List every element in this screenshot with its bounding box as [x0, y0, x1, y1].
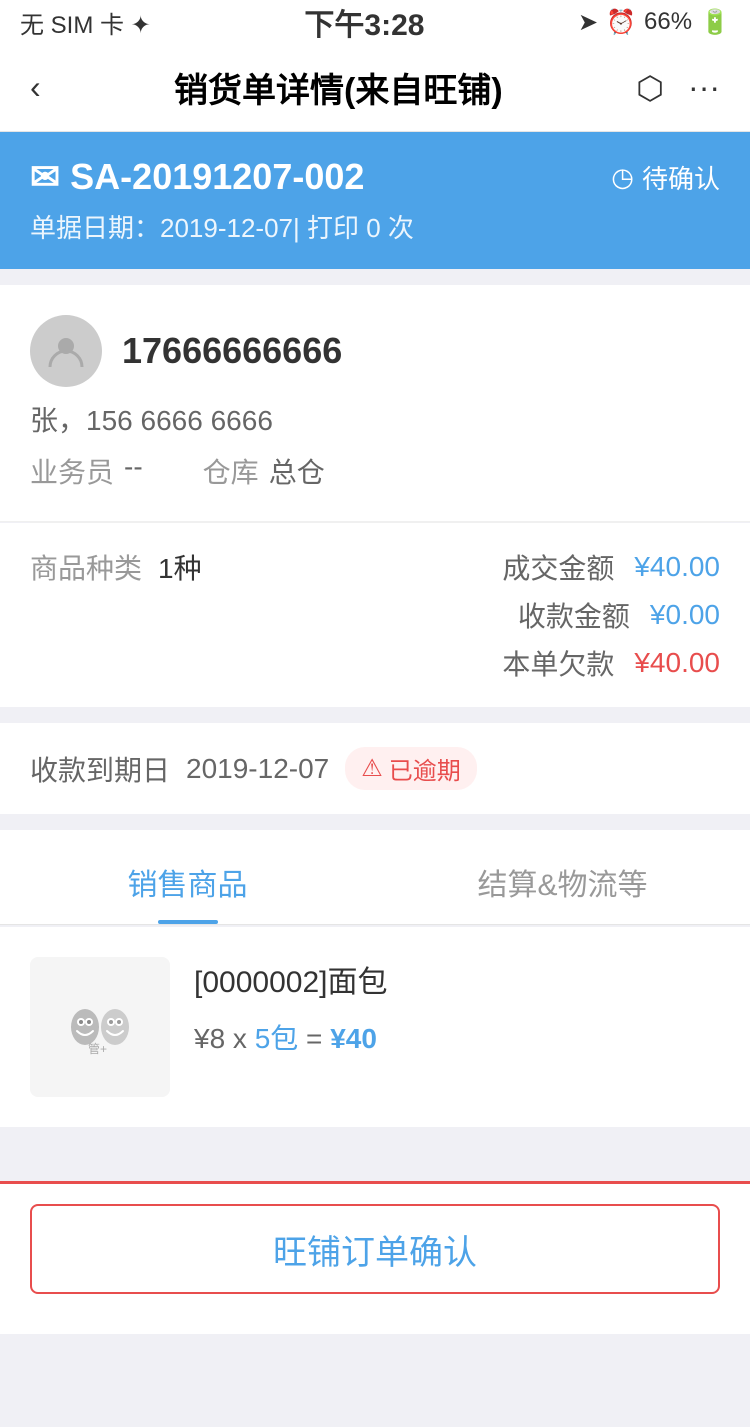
product-price: ¥8 x 5包 = ¥40 — [194, 1017, 720, 1057]
product-thumbnail: 管+ — [30, 957, 170, 1097]
due-date-value: 2019-12-07 — [186, 753, 329, 785]
confirm-order-button[interactable]: 旺铺订单确认 — [30, 1204, 720, 1294]
unit-price: ¥8 x — [194, 1023, 255, 1054]
status-right: ➤ ⏰ 66% 🔋 — [578, 8, 730, 37]
svg-text:管+: 管+ — [88, 1041, 107, 1056]
product-type-label: 商品种类 — [30, 547, 142, 587]
order-date-line: 单据日期：2019-12-07| 打印 0 次 — [30, 208, 720, 245]
product-type-value: 1种 — [158, 547, 202, 587]
carrier-text: 无 SIM 卡 ✦ — [20, 5, 151, 40]
nav-right: ⬡ ··· — [636, 69, 720, 107]
tabs-section: 销售商品 结算&物流等 — [0, 830, 750, 925]
overdue-icon: ⚠ — [361, 754, 383, 783]
received-amount-row: 收款金额 ¥0.00 — [518, 595, 720, 635]
status-bar: 无 SIM 卡 ✦ 下午3:28 ➤ ⏰ 66% 🔋 — [0, 0, 750, 44]
tab-sales-label: 销售商品 — [128, 869, 248, 902]
status-time: 下午3:28 — [304, 0, 424, 44]
product-name: [0000002]面包 — [194, 957, 720, 1001]
sales-rep-item: 业务员 -- — [30, 451, 143, 491]
warehouse-item: 仓库 总仓 — [203, 451, 325, 491]
customer-meta: 业务员 -- 仓库 总仓 — [30, 451, 720, 491]
overdue-badge: ⚠ 已逾期 — [345, 747, 477, 790]
status-left: 无 SIM 卡 ✦ — [20, 5, 151, 40]
order-date-value: 2019-12-07 — [160, 213, 293, 243]
print-info: | 打印 0 次 — [293, 213, 414, 243]
alarm-icon: ⏰ — [606, 8, 636, 37]
equals-sign: = — [298, 1023, 330, 1054]
warehouse-value: 总仓 — [269, 451, 325, 491]
order-status: ◷ 待确认 — [611, 159, 720, 196]
share-button[interactable]: ⬡ — [636, 69, 664, 107]
order-icon: ✉ — [30, 156, 60, 198]
customer-name-text: 张 — [30, 405, 58, 436]
owed-amount-row: 本单欠款 ¥40.00 — [502, 643, 720, 683]
customer-section: 17666666666 张，156 6666 6666 业务员 -- 仓库 总仓 — [0, 285, 750, 522]
amount-info: 成交金额 ¥40.00 收款金额 ¥0.00 本单欠款 ¥40.00 — [502, 547, 720, 683]
page-title: 销货单详情(来自旺铺) — [174, 63, 503, 112]
avatar — [30, 315, 102, 387]
deal-amount-label: 成交金额 — [502, 547, 614, 587]
tab-settlement[interactable]: 结算&物流等 — [375, 830, 750, 924]
nav-left: ‹ — [30, 69, 41, 106]
owed-amount-value: ¥40.00 — [634, 647, 720, 679]
customer-name-phone: 张，156 6666 6666 — [30, 399, 720, 439]
back-button[interactable]: ‹ — [30, 69, 41, 106]
sales-rep-value: -- — [124, 451, 143, 491]
received-amount-value: ¥0.00 — [650, 599, 720, 631]
sales-rep-label: 业务员 — [30, 451, 114, 491]
product-details: [0000002]面包 ¥8 x 5包 = ¥40 — [194, 957, 720, 1057]
status-clock-icon: ◷ — [611, 162, 634, 193]
order-header-card: ✉ SA-20191207-002 ◷ 待确认 单据日期：2019-12-07|… — [0, 132, 750, 269]
battery-text: 66% — [644, 8, 692, 36]
received-amount-label: 收款金额 — [518, 595, 630, 635]
navigation-icon: ➤ — [578, 8, 598, 37]
status-text: 待确认 — [642, 159, 720, 196]
tab-settlement-label: 结算&物流等 — [477, 869, 647, 902]
order-number-text: SA-20191207-002 — [70, 156, 364, 198]
due-date-label: 收款到期日 — [30, 749, 170, 789]
deal-amount-row: 成交金额 ¥40.00 — [502, 547, 720, 587]
deal-amount-value: ¥40.00 — [634, 551, 720, 583]
product-item: 管+ [0000002]面包 ¥8 x 5包 = ¥40 — [0, 927, 750, 1127]
order-number: ✉ SA-20191207-002 — [30, 156, 364, 198]
product-type-info: 商品种类 1种 — [30, 547, 202, 587]
summary-section: 商品种类 1种 成交金额 ¥40.00 收款金额 ¥0.00 本单欠款 ¥40.… — [0, 523, 750, 707]
quantity-highlight: 5包 — [255, 1023, 299, 1054]
owed-amount-label: 本单欠款 — [502, 643, 614, 683]
total-price: ¥40 — [330, 1023, 377, 1054]
bottom-bar: 旺铺订单确认 — [0, 1181, 750, 1334]
battery-icon: 🔋 — [700, 8, 730, 37]
warehouse-label: 仓库 — [203, 451, 259, 491]
customer-contact-phone: 156 6666 6666 — [86, 405, 273, 436]
due-date-section: 收款到期日 2019-12-07 ⚠ 已逾期 — [0, 723, 750, 814]
tab-sales-products[interactable]: 销售商品 — [0, 830, 375, 924]
customer-phone: 17666666666 — [122, 330, 342, 372]
date-label: 单据日期： — [30, 213, 160, 243]
overdue-text: 已逾期 — [389, 751, 461, 786]
more-button[interactable]: ··· — [688, 69, 720, 106]
nav-bar: ‹ 销货单详情(来自旺铺) ⬡ ··· — [0, 44, 750, 132]
